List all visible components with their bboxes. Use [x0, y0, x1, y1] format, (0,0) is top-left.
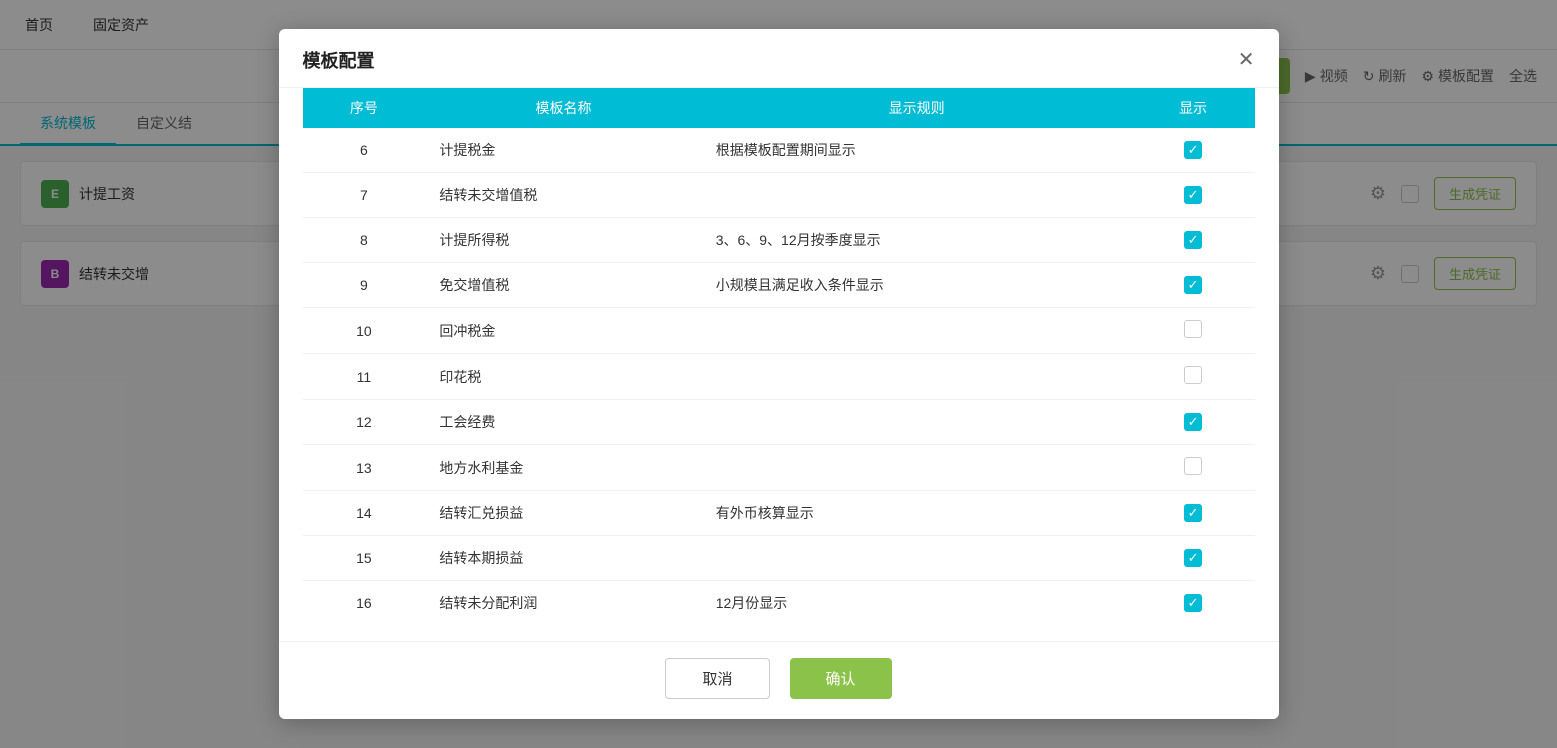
cell-checkbox: ✓	[1132, 400, 1255, 445]
cell-checkbox: ✓	[1132, 491, 1255, 536]
checkbox-checked[interactable]: ✓	[1184, 186, 1202, 204]
cell-rule: 小规模且满足收入条件显示	[702, 263, 1132, 308]
cell-rule: 3、6、9、12月按季度显示	[702, 218, 1132, 263]
cell-id: 12	[303, 400, 426, 445]
dialog-footer: 取消 确认	[279, 641, 1279, 719]
table-row: 11印花税	[303, 354, 1255, 400]
dialog-body: 序号 模板名称 显示规则 显示 6计提税金根据模板配置期间显示✓7结转未交增值税…	[279, 88, 1279, 641]
cell-id: 16	[303, 581, 426, 626]
cell-checkbox	[1132, 445, 1255, 491]
checkbox-checked[interactable]: ✓	[1184, 504, 1202, 522]
cell-name: 回冲税金	[425, 308, 701, 354]
cell-id: 14	[303, 491, 426, 536]
cell-name: 结转本期损益	[425, 536, 701, 581]
cell-id: 13	[303, 445, 426, 491]
cell-rule	[702, 400, 1132, 445]
table-row: 6计提税金根据模板配置期间显示 ✓	[303, 128, 1255, 173]
dialog-title: 模板配置	[303, 47, 375, 73]
cell-rule: 根据模板配置期间显示	[702, 128, 1132, 173]
dialog-header: 模板配置 ✕	[279, 29, 1279, 88]
table-row: 7结转未交增值税 ✓	[303, 173, 1255, 218]
checkbox-unchecked[interactable]	[1184, 366, 1202, 384]
col-header-id: 序号	[303, 88, 426, 128]
template-config-dialog: 模板配置 ✕ 序号 模板名称 显示规则 显示 6计提税金根据模板配置期间	[279, 29, 1279, 719]
cell-rule	[702, 536, 1132, 581]
cell-rule: 12月份显示	[702, 581, 1132, 626]
cell-checkbox	[1132, 308, 1255, 354]
confirm-button[interactable]: 确认	[790, 658, 892, 699]
cell-name: 工会经费	[425, 400, 701, 445]
cell-id: 6	[303, 128, 426, 173]
cell-checkbox	[1132, 354, 1255, 400]
cell-id: 15	[303, 536, 426, 581]
cell-rule	[702, 173, 1132, 218]
table-row: 9免交增值税小规模且满足收入条件显示 ✓	[303, 263, 1255, 308]
cell-name: 计提税金	[425, 128, 701, 173]
table-row: 13地方水利基金	[303, 445, 1255, 491]
cell-id: 8	[303, 218, 426, 263]
dialog-close-button[interactable]: ✕	[1238, 50, 1255, 70]
col-header-display: 显示	[1132, 88, 1255, 128]
cell-name: 结转未交增值税	[425, 173, 701, 218]
table-row: 16结转未分配利润12月份显示 ✓	[303, 581, 1255, 626]
col-header-name: 模板名称	[425, 88, 701, 128]
checkbox-checked[interactable]: ✓	[1184, 276, 1202, 294]
table-row: 15结转本期损益 ✓	[303, 536, 1255, 581]
modal-overlay: 模板配置 ✕ 序号 模板名称 显示规则 显示 6计提税金根据模板配置期间	[0, 0, 1557, 748]
cell-id: 10	[303, 308, 426, 354]
cell-name: 印花税	[425, 354, 701, 400]
cell-id: 9	[303, 263, 426, 308]
cell-name: 地方水利基金	[425, 445, 701, 491]
checkbox-unchecked[interactable]	[1184, 320, 1202, 338]
cell-rule	[702, 308, 1132, 354]
template-table: 序号 模板名称 显示规则 显示 6计提税金根据模板配置期间显示✓7结转未交增值税…	[303, 88, 1255, 625]
cell-checkbox: ✓	[1132, 218, 1255, 263]
cell-checkbox: ✓	[1132, 128, 1255, 173]
table-row: 12工会经费 ✓	[303, 400, 1255, 445]
background-page: 首页 固定资产 测算金额 ▶ 视频 ↻ 刷新 ⚙ 模板配置 全选 系统模板 自定…	[0, 0, 1557, 748]
cell-id: 11	[303, 354, 426, 400]
table-row: 14结转汇兑损益有外币核算显示 ✓	[303, 491, 1255, 536]
col-header-rule: 显示规则	[702, 88, 1132, 128]
cell-checkbox: ✓	[1132, 173, 1255, 218]
cell-checkbox: ✓	[1132, 536, 1255, 581]
cell-checkbox: ✓	[1132, 581, 1255, 626]
table-header-row: 序号 模板名称 显示规则 显示	[303, 88, 1255, 128]
table-row: 10回冲税金	[303, 308, 1255, 354]
cell-rule	[702, 354, 1132, 400]
checkbox-checked[interactable]: ✓	[1184, 141, 1202, 159]
checkbox-checked[interactable]: ✓	[1184, 231, 1202, 249]
cell-name: 结转未分配利润	[425, 581, 701, 626]
checkbox-checked[interactable]: ✓	[1184, 594, 1202, 612]
cell-id: 7	[303, 173, 426, 218]
cell-rule: 有外币核算显示	[702, 491, 1132, 536]
cell-name: 计提所得税	[425, 218, 701, 263]
checkbox-unchecked[interactable]	[1184, 457, 1202, 475]
cell-rule	[702, 445, 1132, 491]
cancel-button[interactable]: 取消	[665, 658, 769, 699]
cell-name: 免交增值税	[425, 263, 701, 308]
checkbox-checked[interactable]: ✓	[1184, 549, 1202, 567]
table-row: 8计提所得税3、6、9、12月按季度显示 ✓	[303, 218, 1255, 263]
checkbox-checked[interactable]: ✓	[1184, 413, 1202, 431]
cell-checkbox: ✓	[1132, 263, 1255, 308]
cell-name: 结转汇兑损益	[425, 491, 701, 536]
